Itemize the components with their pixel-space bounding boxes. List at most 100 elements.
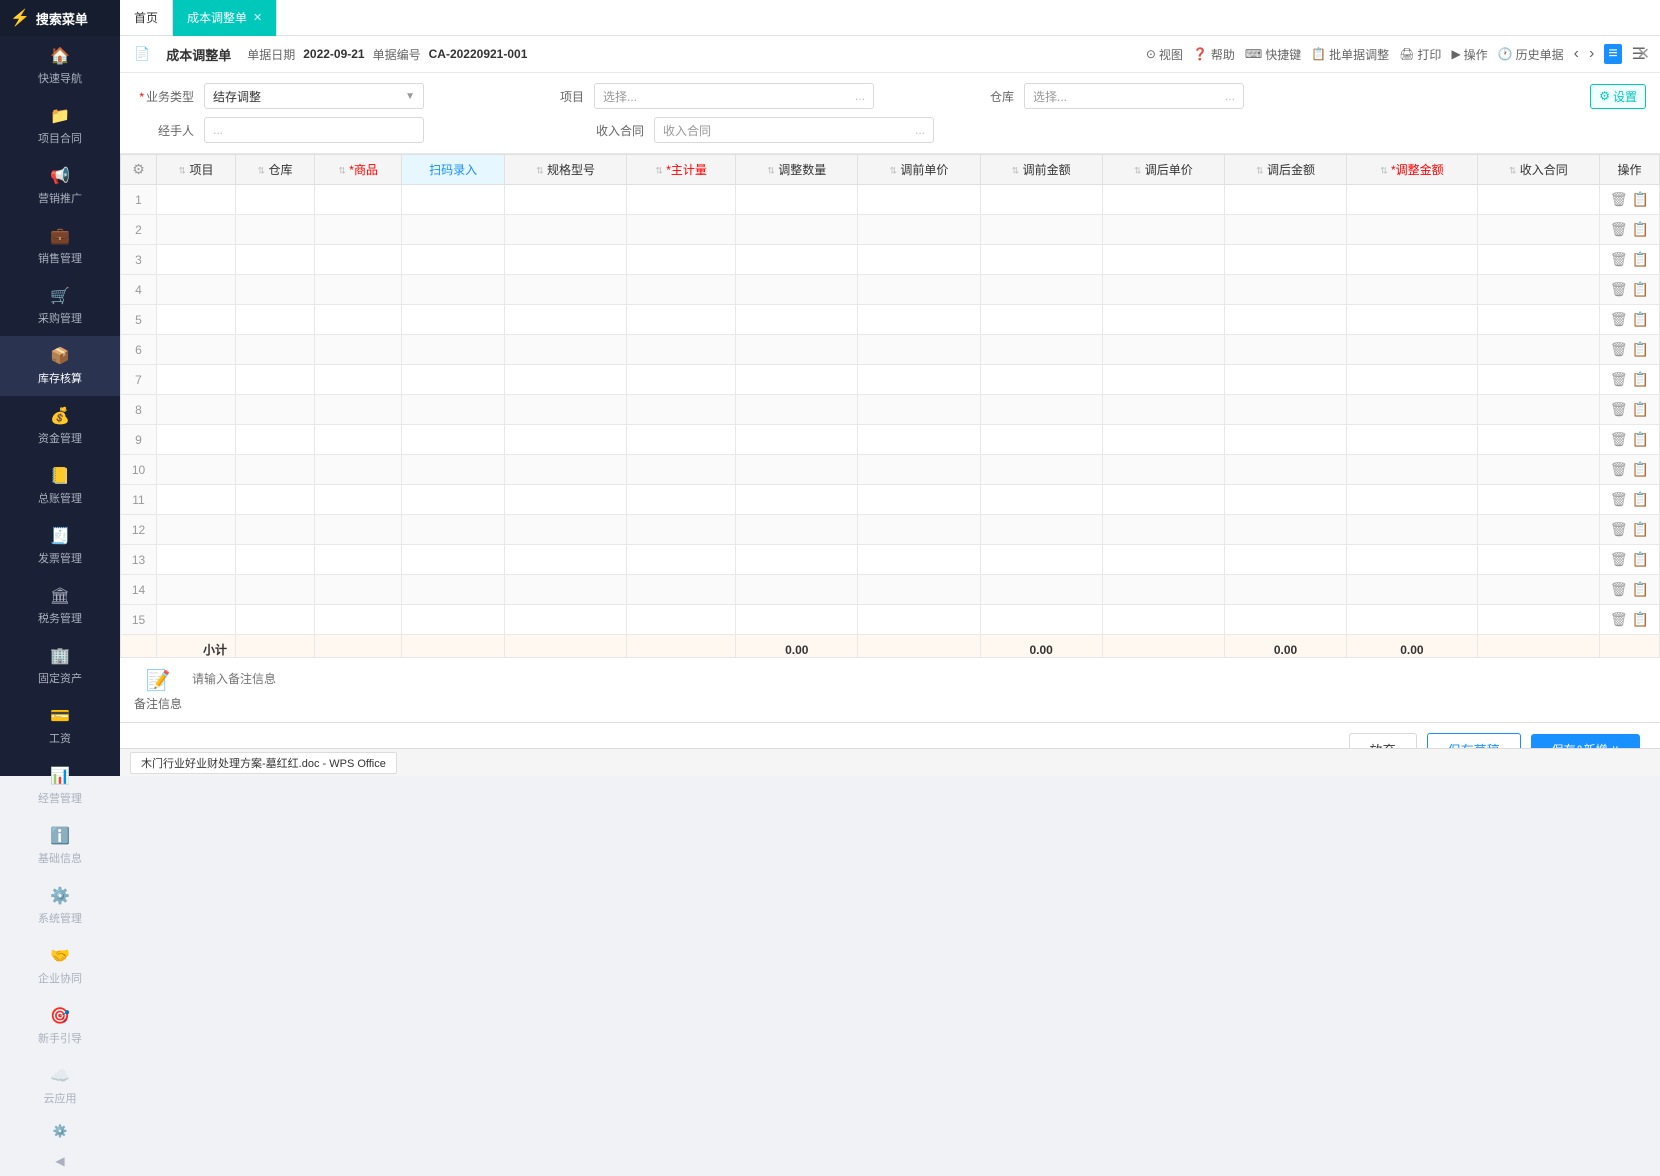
table-cell[interactable] <box>236 575 315 605</box>
table-cell[interactable] <box>157 335 236 365</box>
table-cell[interactable] <box>1347 245 1478 275</box>
sidebar-item-ops-mgmt[interactable]: 📊 经营管理 <box>0 756 120 816</box>
table-cell[interactable] <box>315 455 402 485</box>
project-input[interactable]: 选择... ... <box>594 83 874 109</box>
table-cell[interactable] <box>1477 395 1599 425</box>
table-cell[interactable] <box>1347 605 1478 635</box>
th-income-contract[interactable]: ⇅ 收入合同 <box>1477 155 1599 185</box>
table-cell[interactable] <box>504 485 626 515</box>
table-cell[interactable] <box>402 245 505 275</box>
table-cell[interactable] <box>236 335 315 365</box>
sidebar-bottom-collapse[interactable]: ◀ <box>0 1146 120 1176</box>
table-cell[interactable] <box>236 485 315 515</box>
table-cell[interactable] <box>1102 215 1224 245</box>
table-cell[interactable] <box>736 215 858 245</box>
table-cell[interactable] <box>504 185 626 215</box>
delete-icon[interactable]: 🗑 <box>1610 251 1628 268</box>
table-cell[interactable] <box>858 275 980 305</box>
copy-icon[interactable]: 📋 <box>1632 311 1649 328</box>
sidebar-item-salary[interactable]: 💳 工资 <box>0 696 120 756</box>
table-cell[interactable] <box>1477 545 1599 575</box>
table-cell[interactable] <box>315 305 402 335</box>
table-cell[interactable] <box>504 575 626 605</box>
table-cell[interactable] <box>315 365 402 395</box>
table-cell[interactable] <box>858 185 980 215</box>
sidebar-item-tax[interactable]: 🏛 税务管理 <box>0 576 120 636</box>
history-btn[interactable]: 🕐 历史单据 <box>1498 46 1564 63</box>
tab-home[interactable]: 首页 <box>120 0 173 36</box>
th-goods[interactable]: ⇅ *商品 <box>315 155 402 185</box>
table-cell[interactable] <box>157 485 236 515</box>
table-cell[interactable] <box>627 335 736 365</box>
table-cell[interactable] <box>315 275 402 305</box>
table-cell[interactable] <box>315 215 402 245</box>
table-cell[interactable] <box>157 425 236 455</box>
table-cell[interactable] <box>980 365 1102 395</box>
next-btn[interactable]: › <box>1589 45 1594 63</box>
table-cell[interactable] <box>402 575 505 605</box>
sidebar-item-invoice[interactable]: 🧾 发票管理 <box>0 516 120 576</box>
th-warehouse[interactable]: ⇅ 仓库 <box>236 155 315 185</box>
table-cell[interactable] <box>1477 305 1599 335</box>
table-cell[interactable] <box>627 395 736 425</box>
table-row[interactable]: 3🗑📋 <box>121 245 1660 275</box>
table-cell[interactable] <box>1347 365 1478 395</box>
table-cell[interactable] <box>504 605 626 635</box>
copy-icon[interactable]: 📋 <box>1632 401 1649 418</box>
table-row[interactable]: 8🗑📋 <box>121 395 1660 425</box>
table-cell[interactable] <box>157 215 236 245</box>
table-cell[interactable] <box>1102 605 1224 635</box>
table-cell[interactable] <box>236 365 315 395</box>
batch-adjust-btn[interactable]: 📋 批单据调整 <box>1311 46 1389 63</box>
table-cell[interactable] <box>1477 485 1599 515</box>
table-cell[interactable] <box>980 545 1102 575</box>
table-cell[interactable] <box>1477 575 1599 605</box>
copy-icon[interactable]: 📋 <box>1632 281 1649 298</box>
table-cell[interactable] <box>1102 335 1224 365</box>
close-button[interactable]: ✕ <box>1637 44 1650 64</box>
table-cell[interactable] <box>1477 335 1599 365</box>
table-cell[interactable] <box>157 545 236 575</box>
table-cell[interactable] <box>736 185 858 215</box>
table-cell[interactable] <box>504 365 626 395</box>
table-row[interactable]: 7🗑📋 <box>121 365 1660 395</box>
table-cell[interactable] <box>736 395 858 425</box>
table-cell[interactable] <box>157 185 236 215</box>
table-cell[interactable] <box>315 545 402 575</box>
table-cell[interactable] <box>157 575 236 605</box>
delete-icon[interactable]: 🗑 <box>1610 611 1628 628</box>
table-cell[interactable] <box>402 215 505 245</box>
business-type-select[interactable]: 结存调整 ▼ <box>204 83 424 109</box>
table-cell[interactable] <box>1224 185 1346 215</box>
table-cell[interactable] <box>236 605 315 635</box>
table-cell[interactable] <box>627 575 736 605</box>
table-cell[interactable] <box>1347 275 1478 305</box>
table-row[interactable]: 13🗑📋 <box>121 545 1660 575</box>
copy-icon[interactable]: 📋 <box>1632 581 1649 598</box>
table-cell[interactable] <box>1102 485 1224 515</box>
table-cell[interactable] <box>980 605 1102 635</box>
table-cell[interactable] <box>980 575 1102 605</box>
table-cell[interactable] <box>858 605 980 635</box>
table-cell[interactable] <box>736 605 858 635</box>
sidebar-item-cloud-apps[interactable]: ☁️ 云应用 <box>0 1056 120 1116</box>
table-row[interactable]: 5🗑📋 <box>121 305 1660 335</box>
table-cell[interactable] <box>736 545 858 575</box>
table-cell[interactable] <box>402 305 505 335</box>
copy-icon[interactable]: 📋 <box>1632 521 1649 538</box>
table-cell[interactable] <box>1224 545 1346 575</box>
copy-icon[interactable]: 📋 <box>1632 461 1649 478</box>
table-row[interactable]: 10🗑📋 <box>121 455 1660 485</box>
sidebar-item-ledger[interactable]: 📒 总账管理 <box>0 456 120 516</box>
table-cell[interactable] <box>236 215 315 245</box>
table-cell[interactable] <box>1102 515 1224 545</box>
table-cell[interactable] <box>736 335 858 365</box>
table-cell[interactable] <box>504 425 626 455</box>
copy-icon[interactable]: 📋 <box>1632 371 1649 388</box>
table-cell[interactable] <box>402 425 505 455</box>
table-cell[interactable] <box>627 215 736 245</box>
sidebar-logo[interactable]: ⚡ 搜索菜单 <box>0 0 120 36</box>
table-cell[interactable] <box>736 275 858 305</box>
table-row[interactable]: 2🗑📋 <box>121 215 1660 245</box>
table-cell[interactable] <box>980 275 1102 305</box>
